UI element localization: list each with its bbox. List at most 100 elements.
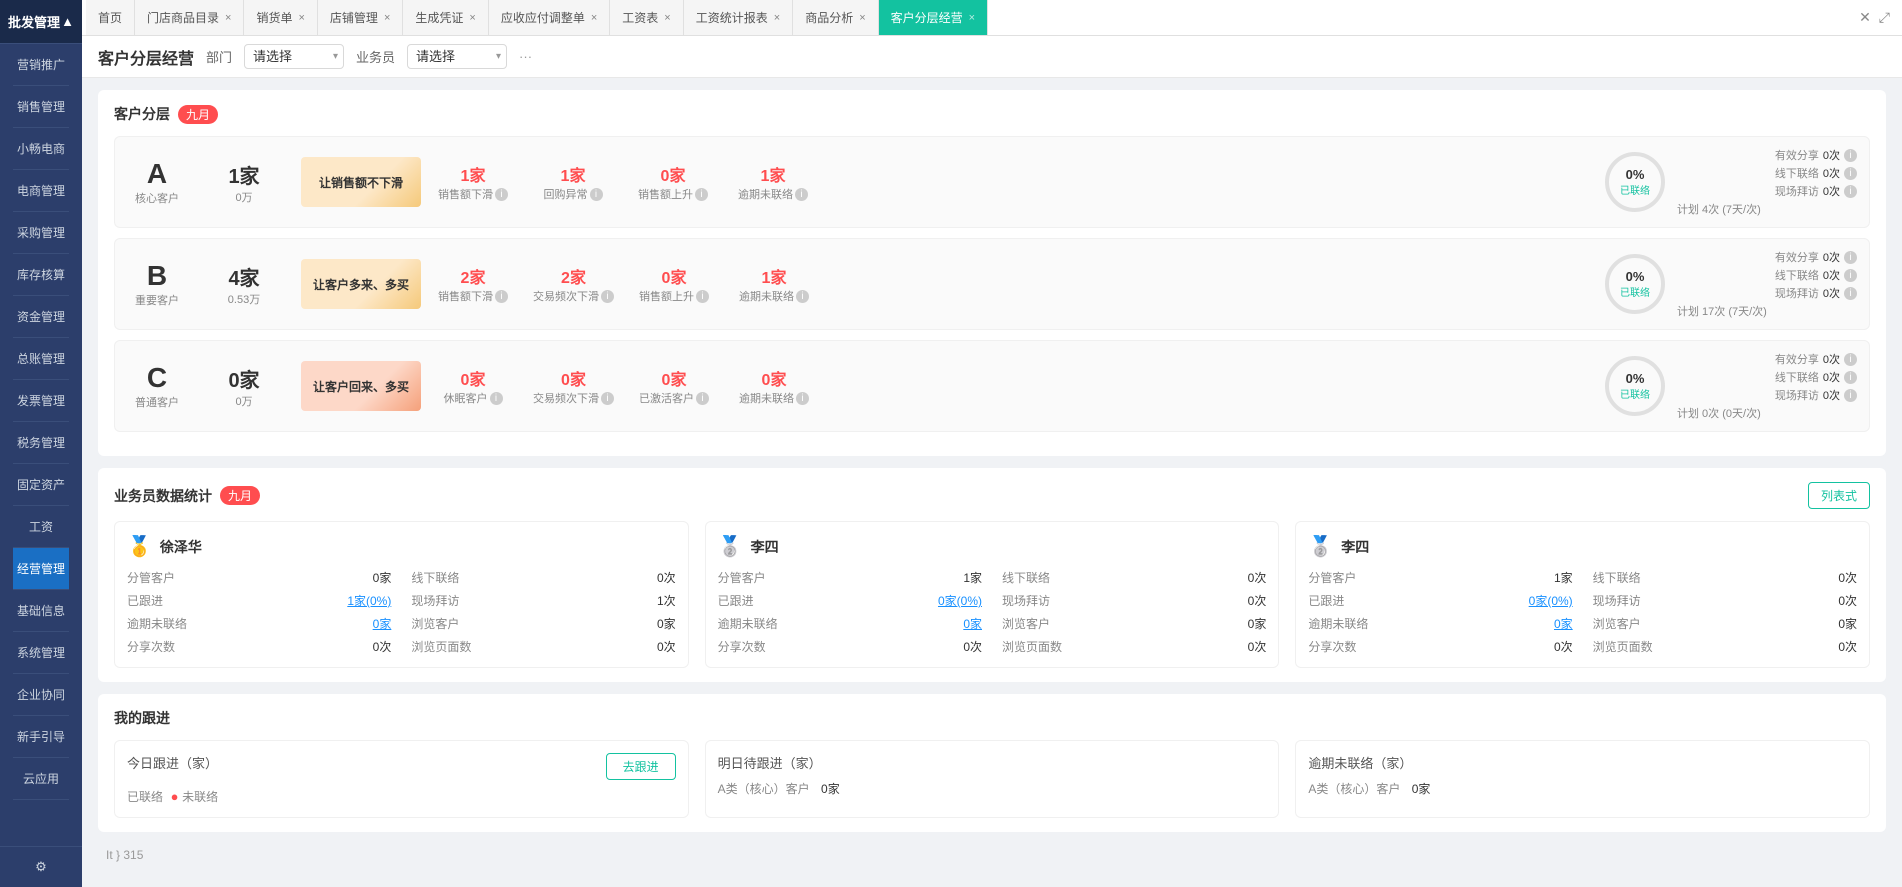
sp-stat-val-2-4[interactable]: 0家	[1554, 615, 1573, 632]
tier-stat-label-B-0: 销售额下滑 i	[433, 288, 513, 304]
right-stat-val-B-1: 0次	[1823, 267, 1840, 283]
tab-5[interactable]: 应收应付调整单×	[489, 0, 610, 36]
tab-close-6[interactable]: ×	[664, 12, 670, 24]
sidebar-item-9[interactable]: 税务管理	[13, 422, 69, 464]
sp-stat-val-0-7: 0次	[657, 638, 676, 655]
goto-followup-button[interactable]: 去跟进	[606, 753, 676, 780]
sidebar-item-3[interactable]: 电商管理	[13, 170, 69, 212]
sidebar-item-12[interactable]: 经营管理	[13, 548, 69, 590]
sidebar-header[interactable]: 批发管理 ▲	[0, 0, 82, 44]
right-stat-info-C-2[interactable]: i	[1844, 389, 1857, 402]
info-icon-B-1[interactable]: i	[601, 290, 614, 303]
salesperson-grid: 🥇 徐泽华 分管客户 0家 线下联络 0次 已跟进 1家(0%) 现场拜访 1次	[114, 521, 1870, 668]
tier-plan-C: 计划 0次 (0天/次)	[1677, 405, 1857, 421]
right-stat-info-B-1[interactable]: i	[1844, 269, 1857, 282]
right-stat-label-C-2: 现场拜访	[1775, 387, 1819, 403]
info-icon-B-2[interactable]: i	[696, 290, 709, 303]
tier-stat-A-2[interactable]: 0家 销售额上升 i	[633, 162, 713, 202]
sidebar-item-13[interactable]: 基础信息	[13, 590, 69, 632]
sidebar-item-6[interactable]: 资金管理	[13, 296, 69, 338]
sidebar-item-5[interactable]: 库存核算	[13, 254, 69, 296]
sidebar-collapse-icon[interactable]: ▲	[61, 14, 74, 29]
right-stat-info-C-1[interactable]: i	[1844, 371, 1857, 384]
tier-stat-B-1[interactable]: 2家 交易频次下滑 i	[533, 264, 614, 304]
tab-6[interactable]: 工资表×	[610, 0, 683, 36]
tab-7[interactable]: 工资统计报表×	[684, 0, 793, 36]
sidebar-item-14[interactable]: 系统管理	[13, 632, 69, 674]
right-stat-info-C-0[interactable]: i	[1844, 353, 1857, 366]
tab-close-8[interactable]: ×	[859, 12, 865, 24]
sp-stat-val-1-2[interactable]: 0家(0%)	[938, 592, 982, 609]
sidebar-item-15[interactable]: 企业协同	[13, 674, 69, 716]
more-options-button[interactable]: ···	[519, 49, 532, 64]
tier-stat-C-3[interactable]: 0家 逾期未联络 i	[734, 366, 814, 406]
sp-stat-val-0-2[interactable]: 1家(0%)	[347, 592, 391, 609]
tier-stat-B-0[interactable]: 2家 销售额下滑 i	[433, 264, 513, 304]
sidebar-item-16[interactable]: 新手引导	[13, 716, 69, 758]
sidebar-item-4[interactable]: 采购管理	[13, 212, 69, 254]
right-stat-val-C-0: 0次	[1823, 351, 1840, 367]
info-icon-C-0[interactable]: i	[490, 392, 503, 405]
tab-close-9[interactable]: ×	[969, 12, 975, 24]
tab-2[interactable]: 销货单×	[244, 0, 317, 36]
tab-3[interactable]: 店铺管理×	[318, 0, 403, 36]
sidebar-item-2[interactable]: 小畅电商	[13, 128, 69, 170]
sp-stat-val-2-2[interactable]: 0家(0%)	[1529, 592, 1573, 609]
sp-stat-row-1-0: 分管客户 1家	[718, 569, 982, 586]
sp-stat-val-0-4[interactable]: 0家	[373, 615, 392, 632]
right-stat-info-A-1[interactable]: i	[1844, 167, 1857, 180]
sidebar-settings[interactable]: ⚙	[0, 846, 82, 887]
sp-stat-val-1-1: 0次	[1248, 569, 1267, 586]
right-stat-info-B-0[interactable]: i	[1844, 251, 1857, 264]
tier-stat-C-2[interactable]: 0家 已激活客户 i	[634, 366, 714, 406]
tab-close-1[interactable]: ×	[225, 12, 231, 24]
close-all-button[interactable]: ✕	[1859, 9, 1871, 26]
tab-close-4[interactable]: ×	[469, 12, 475, 24]
right-stat-info-A-0[interactable]: i	[1844, 149, 1857, 162]
sidebar-item-7[interactable]: 总账管理	[13, 338, 69, 380]
tab-close-5[interactable]: ×	[591, 12, 597, 24]
info-icon-A-1[interactable]: i	[590, 188, 603, 201]
list-view-button[interactable]: 列表式	[1808, 482, 1870, 509]
dept-select[interactable]: 请选择	[244, 44, 344, 69]
maximize-button[interactable]: ⤢	[1879, 9, 1890, 26]
tier-stat-label-C-3: 逾期未联络 i	[734, 390, 814, 406]
info-icon-C-3[interactable]: i	[796, 392, 809, 405]
sidebar-item-1[interactable]: 销售管理	[13, 86, 69, 128]
tab-9[interactable]: 客户分层经营×	[879, 0, 988, 36]
right-stat-label-A-0: 有效分享	[1775, 147, 1819, 163]
info-icon-A-0[interactable]: i	[495, 188, 508, 201]
sp-stat-row-2-3: 现场拜访 0次	[1593, 592, 1857, 609]
right-stat-info-A-2[interactable]: i	[1844, 185, 1857, 198]
tab-4[interactable]: 生成凭证×	[403, 0, 488, 36]
tier-stat-C-1[interactable]: 0家 交易频次下滑 i	[533, 366, 614, 406]
tab-close-2[interactable]: ×	[298, 12, 304, 24]
sales-select[interactable]: 请选择	[407, 44, 507, 69]
tab-close-3[interactable]: ×	[384, 12, 390, 24]
tier-stat-A-1[interactable]: 1家 回购异常 i	[533, 162, 613, 202]
tab-0[interactable]: 首页	[86, 0, 135, 36]
sidebar-item-17[interactable]: 云应用	[13, 758, 69, 800]
tier-stat-label-B-2: 销售额上升 i	[634, 288, 714, 304]
sidebar-item-0[interactable]: 营销推广	[13, 44, 69, 86]
info-icon-A-3[interactable]: i	[795, 188, 808, 201]
tier-stat-A-3[interactable]: 1家 逾期未联络 i	[733, 162, 813, 202]
info-icon-B-0[interactable]: i	[495, 290, 508, 303]
right-stat-val-B-2: 0次	[1823, 285, 1840, 301]
tab-close-7[interactable]: ×	[774, 12, 780, 24]
sp-stat-val-1-4[interactable]: 0家	[963, 615, 982, 632]
right-stat-info-B-2[interactable]: i	[1844, 287, 1857, 300]
sidebar-item-10[interactable]: 固定资产	[13, 464, 69, 506]
info-icon-A-2[interactable]: i	[695, 188, 708, 201]
info-icon-C-1[interactable]: i	[601, 392, 614, 405]
sidebar-item-8[interactable]: 发票管理	[13, 380, 69, 422]
info-icon-C-2[interactable]: i	[696, 392, 709, 405]
info-icon-B-3[interactable]: i	[796, 290, 809, 303]
tier-stat-A-0[interactable]: 1家 销售额下滑 i	[433, 162, 513, 202]
tab-8[interactable]: 商品分析×	[793, 0, 878, 36]
tier-stat-B-2[interactable]: 0家 销售额上升 i	[634, 264, 714, 304]
tab-1[interactable]: 门店商品目录×	[135, 0, 244, 36]
tier-stat-B-3[interactable]: 1家 逾期未联络 i	[734, 264, 814, 304]
sidebar-item-11[interactable]: 工资	[13, 506, 69, 548]
tier-stat-C-0[interactable]: 0家 休眠客户 i	[433, 366, 513, 406]
